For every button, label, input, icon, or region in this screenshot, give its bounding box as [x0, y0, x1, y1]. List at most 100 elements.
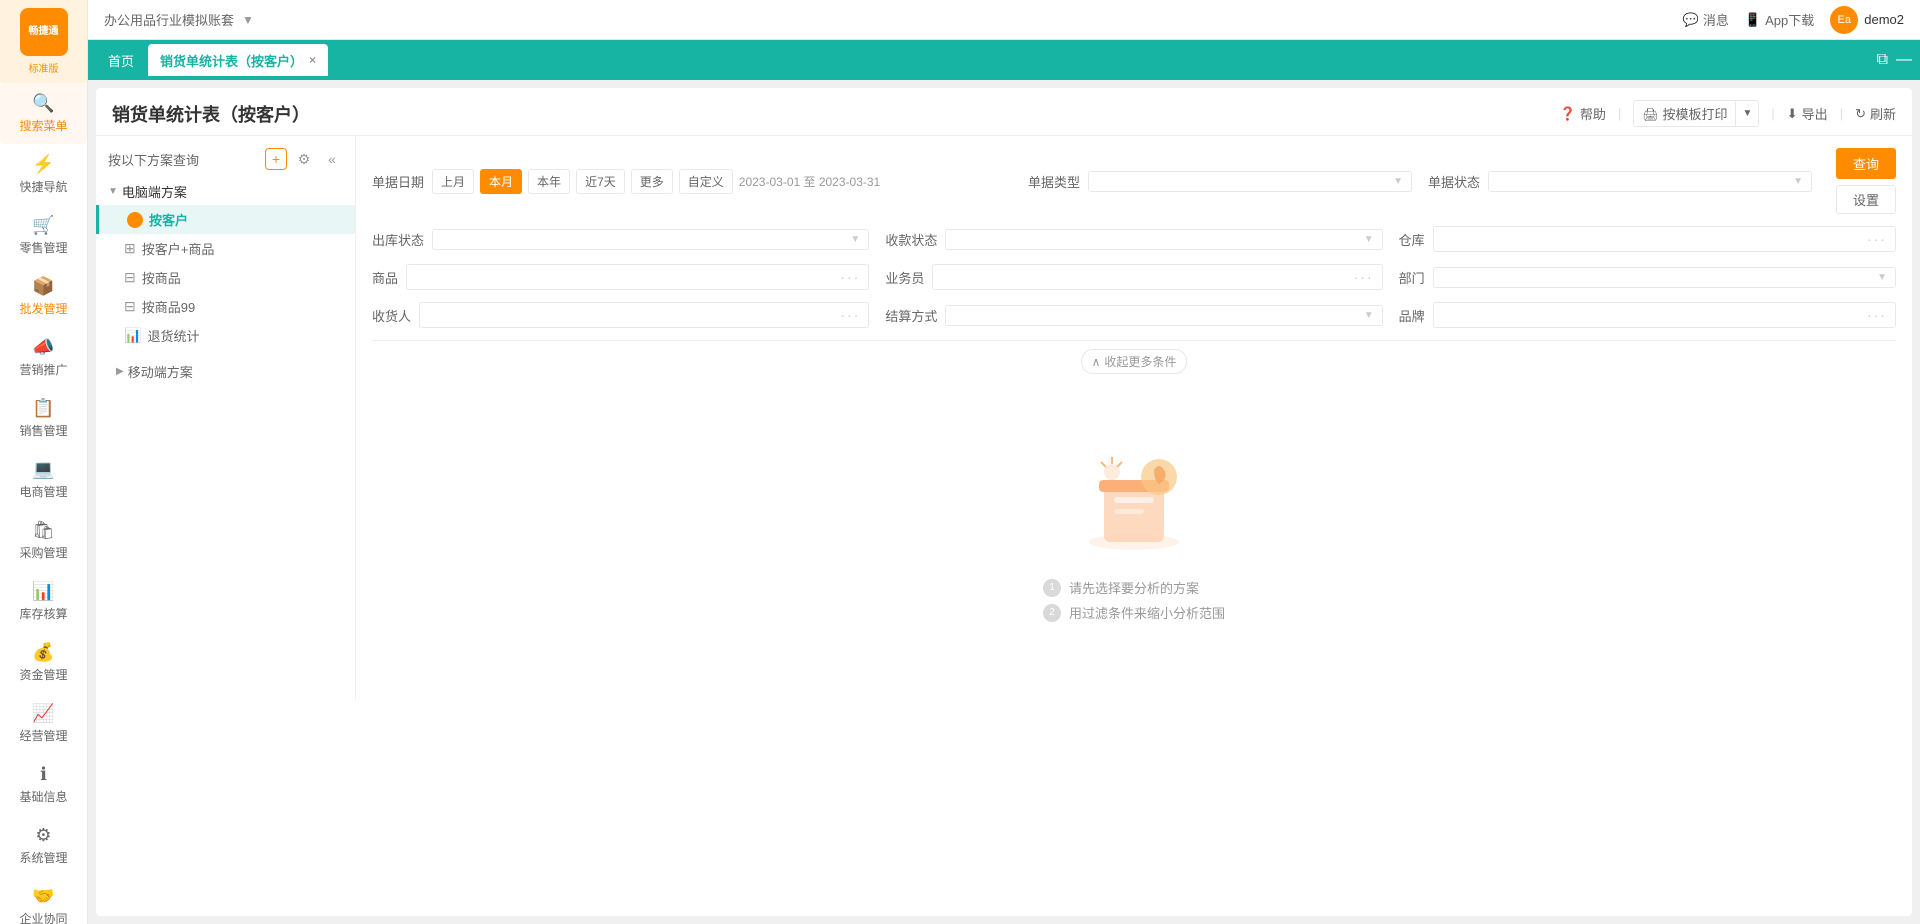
goods-label: 商品: [372, 268, 398, 287]
tip-number-2: 2: [1043, 604, 1061, 622]
quick-nav-icon: ⚡: [32, 154, 54, 175]
warehouse-input[interactable]: ···: [1433, 226, 1896, 252]
scheme-header-icons: + ⚙ «: [265, 148, 343, 170]
sidebar-item-basic-info[interactable]: ℹ 基础信息: [0, 754, 87, 815]
sidebar-item-enterprise[interactable]: 🤝 企业协同: [0, 876, 87, 924]
brand-input[interactable]: ···: [1433, 302, 1896, 328]
payment-status-select[interactable]: ▼: [945, 229, 1382, 250]
sidebar-item-label: 快捷导航: [19, 178, 67, 195]
ship-label: 出库状态: [372, 230, 424, 249]
app-download-button[interactable]: 📱 App下载: [1745, 10, 1814, 29]
type-dropdown-icon: ▼: [1393, 176, 1403, 187]
scheme-mobile-title: 移动端方案: [128, 362, 193, 381]
tab-minimize-button[interactable]: —: [1896, 52, 1912, 68]
status-dropdown-icon: ▼: [1793, 176, 1803, 187]
logo-subtext: 标准版: [29, 60, 59, 75]
salesman-input[interactable]: ···: [932, 264, 1382, 290]
scheme-add-button[interactable]: +: [265, 148, 287, 170]
refresh-button[interactable]: ↻ 刷新: [1855, 104, 1896, 123]
sidebar-item-label: 零售管理: [19, 239, 67, 256]
brand-dots-icon: ···: [1867, 307, 1887, 323]
query-button[interactable]: 查询: [1836, 148, 1896, 179]
print-button[interactable]: 🖨 按模板打印 ▼: [1633, 100, 1759, 127]
chevron-down-icon: ▼: [108, 186, 118, 197]
tab-sales-statistics[interactable]: 销货单统计表（按客户） ×: [148, 44, 328, 76]
scheme-desktop-header[interactable]: ▼ 电脑端方案: [96, 178, 355, 205]
date-btn-last-month[interactable]: 上月: [432, 169, 474, 194]
date-btn-this-month[interactable]: 本月: [480, 169, 522, 194]
message-label: 消息: [1703, 10, 1729, 29]
receiver-dots-icon: ···: [840, 307, 860, 323]
date-btn-more[interactable]: 更多: [631, 169, 673, 194]
receiver-input[interactable]: ···: [419, 302, 869, 328]
sidebar-item-sales[interactable]: 📋 销售管理: [0, 388, 87, 449]
sidebar-item-inventory[interactable]: 📊 库存核算: [0, 571, 87, 632]
bar-chart-icon: 📊: [124, 327, 141, 344]
sidebar-item-label: 企业协同: [19, 910, 67, 924]
settings-button[interactable]: 设置: [1836, 185, 1896, 214]
status-select[interactable]: ▼: [1488, 171, 1812, 192]
sidebar-item-search[interactable]: 🔍 搜索菜单: [0, 83, 87, 144]
filter-date: 单据日期 上月 本月 本年 近7天 更多 自定义 2023-03-01 至 20…: [372, 169, 1012, 194]
tab-close-button[interactable]: ×: [309, 53, 316, 67]
filter-row-3: 商品 ··· 业务员 ···: [372, 264, 1896, 290]
tip-text-1: 请先选择要分析的方案: [1069, 578, 1199, 597]
message-icon: 💬: [1683, 12, 1699, 28]
scheme-settings-button[interactable]: ⚙: [293, 148, 315, 170]
search-icon: 🔍: [32, 93, 54, 114]
tab-home[interactable]: 首页: [96, 44, 146, 76]
ship-select[interactable]: ▼: [432, 229, 869, 250]
print-dropdown-icon[interactable]: ▼: [1736, 105, 1758, 122]
goods-input[interactable]: ···: [406, 264, 869, 290]
retail-icon: 🛒: [32, 215, 54, 236]
sidebar-item-wholesale[interactable]: 📦 批发管理: [0, 266, 87, 327]
scheme-collapse-button[interactable]: «: [321, 148, 343, 170]
sidebar-item-marketing[interactable]: 📣 营销推广: [0, 327, 87, 388]
scheme-header-title: 按以下方案查询: [108, 150, 199, 169]
page-content: 销货单统计表（按客户） ❓ 帮助 | 🖨 按模板打印 ▼ |: [88, 80, 1920, 924]
filter-ship-status: 出库状态 ▼: [372, 229, 869, 250]
active-scheme-dot: [127, 212, 143, 228]
message-button[interactable]: 💬 消息: [1683, 10, 1729, 29]
system-dropdown[interactable]: ▼: [242, 13, 254, 27]
scheme-mobile-header[interactable]: ▶ 移动端方案: [96, 358, 355, 385]
collapse-button[interactable]: ∧ 收起更多条件: [1081, 349, 1188, 374]
scheme-item-by-customer[interactable]: 按客户: [96, 205, 355, 234]
date-btn-custom[interactable]: 自定义: [679, 169, 733, 194]
help-button[interactable]: ❓ 帮助: [1560, 104, 1606, 123]
avatar: Ea: [1830, 6, 1858, 34]
export-button[interactable]: ⬇ 导出: [1787, 104, 1828, 123]
query-buttons: 查询 设置: [1836, 148, 1896, 214]
sidebar-item-label: 资金管理: [19, 666, 67, 683]
scheme-item-customer-goods[interactable]: ⊞ 按客户+商品: [96, 234, 355, 263]
scheme-desktop-group: ▼ 电脑端方案 按客户 ⊞ 按客户+商品 ⊟: [96, 174, 355, 354]
sidebar-item-label: 基础信息: [19, 788, 67, 805]
scheme-item-return-stats[interactable]: 📊 退货统计: [96, 321, 355, 350]
scheme-item-by-goods99[interactable]: ⊟ 按商品99: [96, 292, 355, 321]
date-buttons: 上月 本月 本年 近7天 更多 自定义 2023-03-01 至 2023-03…: [432, 169, 1012, 194]
tab-restore-button[interactable]: ⧉: [1877, 52, 1888, 68]
scheme-item-by-goods[interactable]: ⊟ 按商品: [96, 263, 355, 292]
help-icon: ❓: [1560, 106, 1576, 122]
main-area: 办公用品行业模拟账套 ▼ 💬 消息 📱 App下载 Ea demo2 首页: [88, 0, 1920, 924]
user-profile[interactable]: Ea demo2: [1830, 6, 1904, 34]
sidebar-item-quick-nav[interactable]: ⚡ 快捷导航: [0, 144, 87, 205]
sidebar-item-management[interactable]: 📈 经营管理: [0, 693, 87, 754]
sidebar-item-ecommerce[interactable]: 💻 电商管理: [0, 449, 87, 510]
sidebar-item-retail[interactable]: 🛒 零售管理: [0, 205, 87, 266]
sidebar-item-label: 营销推广: [19, 361, 67, 378]
payment-method-select[interactable]: ▼: [945, 305, 1382, 326]
empty-tip-2: 2 用过滤条件来缩小分析范围: [1043, 603, 1225, 622]
empty-tips: 1 请先选择要分析的方案 2 用过滤条件来缩小分析范围: [1043, 578, 1225, 628]
sidebar-item-system[interactable]: ⚙ 系统管理: [0, 815, 87, 876]
sidebar-item-finance[interactable]: 💰 资金管理: [0, 632, 87, 693]
filter-panel: 单据日期 上月 本月 本年 近7天 更多 自定义 2023-03-01 至 20…: [356, 136, 1912, 700]
chevron-right-icon: ▶: [116, 366, 124, 377]
date-btn-7days[interactable]: 近7天: [576, 169, 625, 194]
sidebar-item-label: 搜索菜单: [19, 117, 67, 134]
department-select[interactable]: ▼: [1433, 267, 1896, 288]
type-select[interactable]: ▼: [1088, 171, 1412, 192]
date-btn-this-year[interactable]: 本年: [528, 169, 570, 194]
header-right: 💬 消息 📱 App下载 Ea demo2: [1683, 6, 1904, 34]
sidebar-item-purchase[interactable]: 🛍 采购管理: [0, 510, 87, 571]
